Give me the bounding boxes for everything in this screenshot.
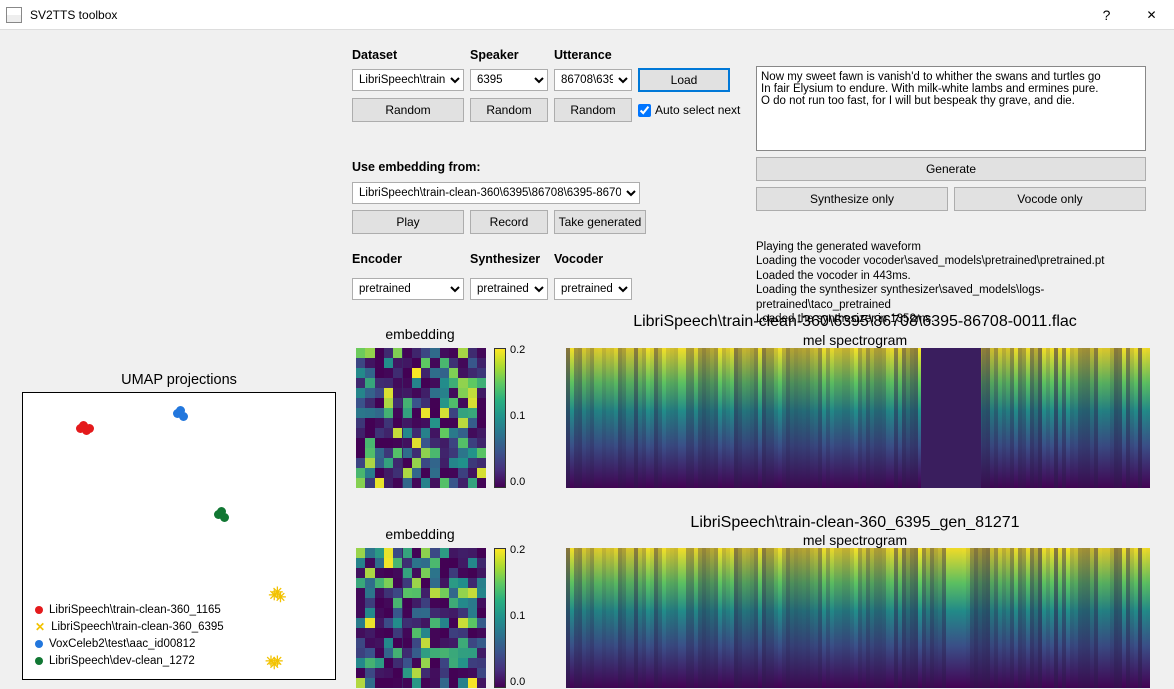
- help-button[interactable]: ?: [1084, 0, 1129, 30]
- app-icon: [6, 7, 22, 23]
- mel-spectrogram-label-1: mel spectrogram: [560, 332, 1150, 348]
- mel-spectrogram-original: [566, 348, 1150, 488]
- close-button[interactable]: ✕: [1129, 0, 1174, 30]
- window-titlebar: SV2TTS toolbox ? ✕: [0, 0, 1174, 30]
- load-button[interactable]: Load: [638, 68, 730, 92]
- vocoder-select[interactable]: pretrained: [554, 278, 632, 300]
- mel-spectrogram-label-2: mel spectrogram: [560, 532, 1150, 548]
- embedding-plot-original: [356, 348, 486, 488]
- record-button[interactable]: Record: [470, 210, 548, 234]
- use-embedding-from-label: Use embedding from:: [352, 160, 646, 174]
- generate-button[interactable]: Generate: [756, 157, 1146, 181]
- utterance-select[interactable]: 86708\6395: [554, 69, 632, 91]
- auto-select-next-label: Auto select next: [655, 103, 740, 117]
- auto-select-next-checkbox[interactable]: [638, 104, 651, 117]
- synthesizer-select[interactable]: pretrained: [470, 278, 548, 300]
- main-content: Dataset Speaker Utterance LibriSpeech\tr…: [0, 30, 1174, 689]
- speaker-label: Speaker: [470, 48, 548, 62]
- vocoder-label: Vocoder: [554, 252, 632, 266]
- embedding-from-select[interactable]: LibriSpeech\train-clean-360\6395\86708\6…: [352, 182, 640, 204]
- random-speaker-button[interactable]: Random: [470, 98, 548, 122]
- random-dataset-button[interactable]: Random: [352, 98, 464, 122]
- dataset-select[interactable]: LibriSpeech\train-cle: [352, 69, 464, 91]
- encoder-select[interactable]: pretrained: [352, 278, 464, 300]
- colorbar-2: [494, 548, 506, 688]
- embedding-label-1: embedding: [350, 326, 490, 342]
- umap-legend: LibriSpeech\train-clean-360_1165✕LibriSp…: [29, 597, 230, 673]
- encoder-label: Encoder: [352, 252, 464, 266]
- window-title: SV2TTS toolbox: [30, 8, 1084, 22]
- synthesize-only-button[interactable]: Synthesize only: [756, 187, 948, 211]
- text-input[interactable]: [756, 66, 1146, 151]
- colorbar-1: [494, 348, 506, 488]
- umap-title: UMAP projections: [22, 372, 336, 388]
- generated-file-title: LibriSpeech\train-clean-360_6395_gen_812…: [560, 514, 1150, 532]
- utterance-label: Utterance: [554, 48, 632, 62]
- umap-plot: LibriSpeech\train-clean-360_1165✕LibriSp…: [22, 392, 336, 680]
- speaker-select[interactable]: 6395: [470, 69, 548, 91]
- vocode-only-button[interactable]: Vocode only: [954, 187, 1146, 211]
- take-generated-button[interactable]: Take generated: [554, 210, 646, 234]
- embedding-plot-generated: [356, 548, 486, 688]
- embedding-label-2: embedding: [350, 526, 490, 542]
- original-file-title: LibriSpeech\train-clean-360\6395\86708\6…: [560, 313, 1150, 331]
- synthesizer-label: Synthesizer: [470, 252, 548, 266]
- auto-select-next-wrapper[interactable]: Auto select next: [638, 103, 740, 117]
- dataset-label: Dataset: [352, 48, 464, 62]
- play-button[interactable]: Play: [352, 210, 464, 234]
- random-utterance-button[interactable]: Random: [554, 98, 632, 122]
- mel-spectrogram-generated: [566, 548, 1150, 688]
